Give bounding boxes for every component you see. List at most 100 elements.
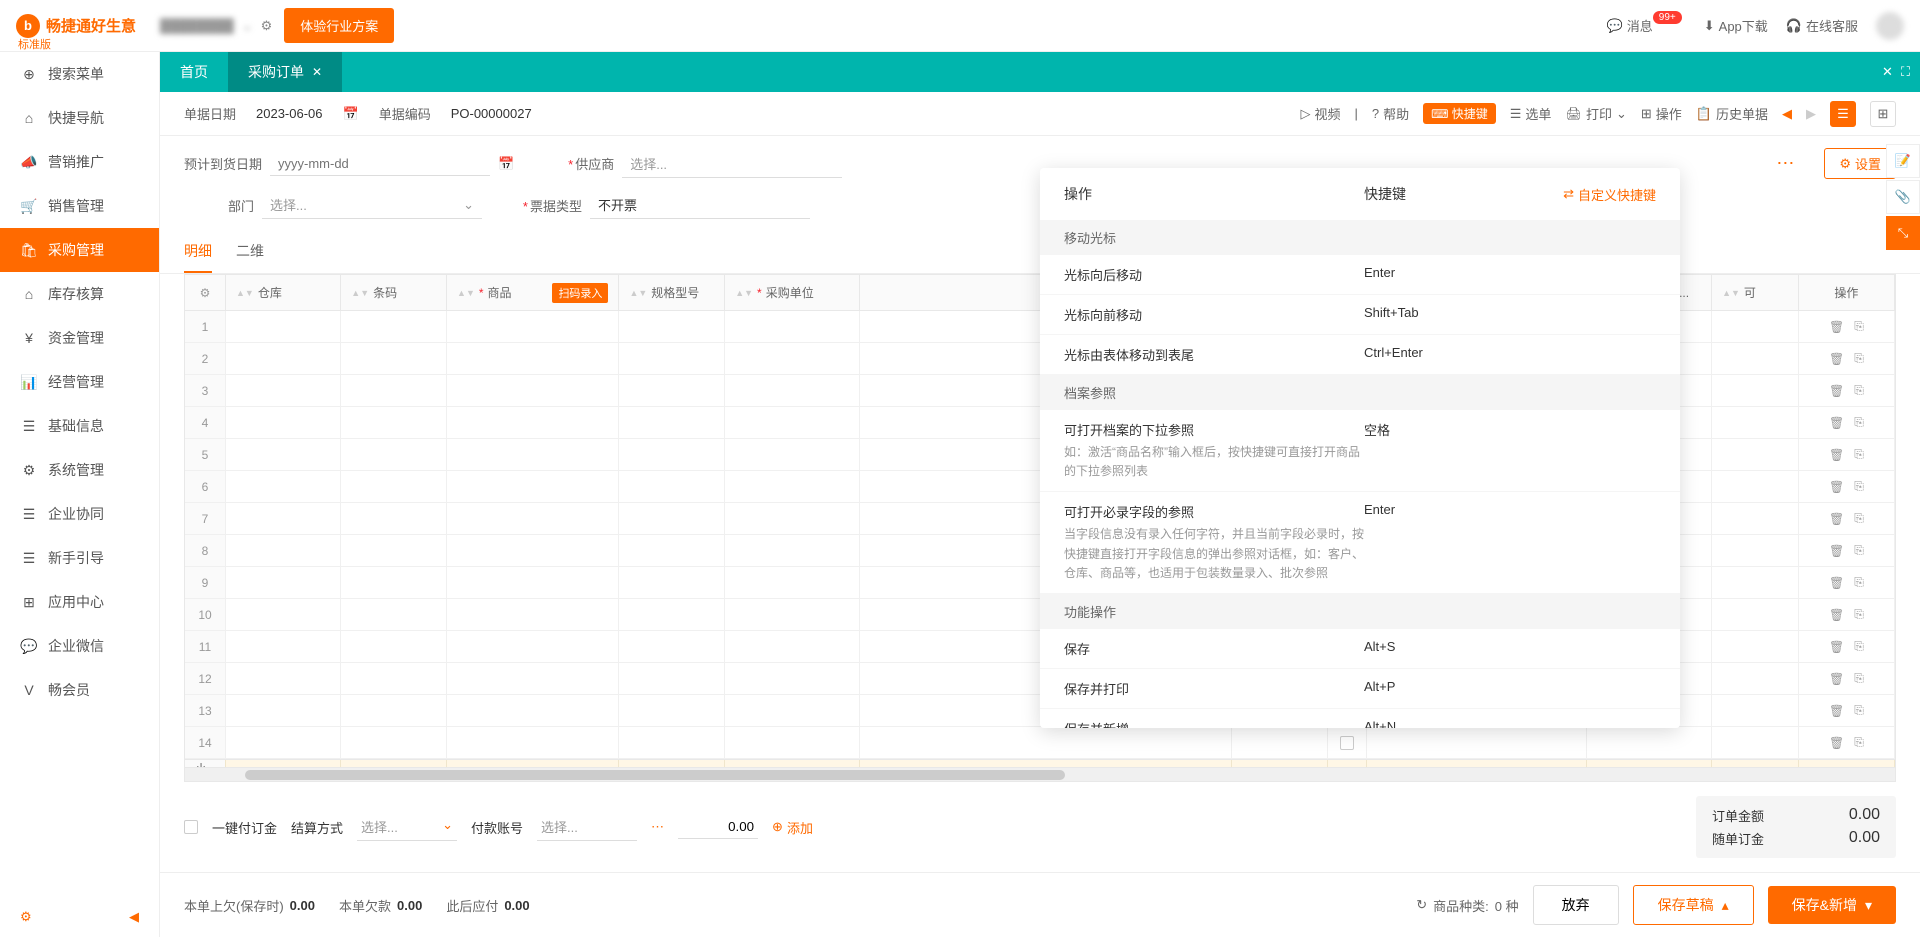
service-link[interactable]: 🎧在线客服 <box>1786 16 1858 35</box>
col-unit[interactable]: ▲▼*采购单位 <box>725 275 859 310</box>
shortcut-button[interactable]: ⌨ 快捷键 <box>1423 103 1496 124</box>
account-select[interactable]: 选择... <box>537 813 637 841</box>
history-link[interactable]: 📋 历史单据 <box>1696 104 1768 123</box>
col-product[interactable]: ▲▼*商品扫码录入 <box>447 275 619 310</box>
tab-home[interactable]: 首页 <box>160 52 228 92</box>
delete-icon[interactable]: 🗑 <box>1829 704 1844 718</box>
avatar[interactable] <box>1876 12 1904 40</box>
sidebar-item-搜索菜单[interactable]: ⊕搜索菜单 <box>0 52 159 96</box>
doc-date-value[interactable]: 2023-06-06 <box>256 106 323 121</box>
copy-icon[interactable]: ⎘ <box>1854 511 1864 526</box>
scan-entry-tag[interactable]: 扫码录入 <box>552 283 608 303</box>
copy-icon[interactable]: ⎘ <box>1854 383 1864 398</box>
sidebar-item-系统管理[interactable]: ⚙系统管理 <box>0 448 159 492</box>
delete-icon[interactable]: 🗑 <box>1829 512 1844 526</box>
invoice-select[interactable]: 不开票 <box>590 191 810 219</box>
save-new-button[interactable]: 保存&新增▾ <box>1768 886 1896 924</box>
delete-icon[interactable]: 🗑 <box>1829 320 1844 334</box>
sidebar-item-销售管理[interactable]: 🛒销售管理 <box>0 184 159 228</box>
rail-attach-icon[interactable]: 📎 <box>1886 180 1920 214</box>
custom-shortcut-link[interactable]: ⇄ 自定义快捷键 <box>1563 185 1656 204</box>
prev-doc-icon[interactable]: ◀ <box>1782 106 1792 122</box>
more-icon[interactable]: ⋯ <box>1776 153 1794 174</box>
add-payment-button[interactable]: ⊕添加 <box>772 818 813 837</box>
tab-purchase-order[interactable]: 采购订单 ✕ <box>228 52 342 92</box>
copy-icon[interactable]: ⎘ <box>1854 351 1864 366</box>
sidebar-item-应用中心[interactable]: ⊞应用中心 <box>0 580 159 624</box>
gear-icon[interactable]: ⚙ <box>261 18 273 34</box>
sidebar-collapse-icon[interactable]: ◀ <box>129 909 139 925</box>
copy-icon[interactable]: ⎘ <box>1854 575 1864 590</box>
save-draft-button[interactable]: 保存草稿▴ <box>1633 885 1754 925</box>
sidebar-item-资金管理[interactable]: ¥资金管理 <box>0 316 159 360</box>
copy-icon[interactable]: ⎘ <box>1854 607 1864 622</box>
delete-icon[interactable]: 🗑 <box>1829 416 1844 430</box>
copy-icon[interactable]: ⎘ <box>1854 543 1864 558</box>
copy-icon[interactable]: ⎘ <box>1854 319 1864 334</box>
horizontal-scrollbar[interactable] <box>184 768 1896 782</box>
sidebar-item-畅会员[interactable]: V畅会员 <box>0 668 159 712</box>
col-available[interactable]: ▲▼可 <box>1712 275 1799 310</box>
account-more-icon[interactable]: ⋯ <box>651 819 664 835</box>
print-link[interactable]: 🖨 打印 ⌄ <box>1565 104 1626 123</box>
delete-icon[interactable]: 🗑 <box>1829 640 1844 654</box>
tab-fullscreen-icon[interactable]: ⛶ <box>1901 64 1910 80</box>
sidebar-item-企业协同[interactable]: ☰企业协同 <box>0 492 159 536</box>
onekey-deposit-checkbox[interactable] <box>184 820 198 834</box>
app-download-link[interactable]: ⬇App下载 <box>1704 16 1768 35</box>
col-warehouse[interactable]: ▲▼仓库 <box>226 275 341 310</box>
dept-select[interactable]: 选择...⌄ <box>262 191 482 219</box>
delete-icon[interactable]: 🗑 <box>1829 352 1844 366</box>
next-doc-icon[interactable]: ▶ <box>1806 106 1816 122</box>
copy-icon[interactable]: ⎘ <box>1854 639 1864 654</box>
supplier-select[interactable]: 选择... <box>622 150 842 178</box>
discard-button[interactable]: 放弃 <box>1533 885 1619 925</box>
payment-amount-input[interactable] <box>678 815 758 839</box>
rail-note-icon[interactable]: 📝 <box>1886 144 1920 178</box>
delete-icon[interactable]: 🗑 <box>1829 672 1844 686</box>
sidebar-item-基础信息[interactable]: ☰基础信息 <box>0 404 159 448</box>
copy-icon[interactable]: ⎘ <box>1854 479 1864 494</box>
sidebar-item-企业微信[interactable]: 💬企业微信 <box>0 624 159 668</box>
company-selector[interactable]: ████████⌄ <box>160 18 253 34</box>
row-checkbox[interactable] <box>1340 736 1354 750</box>
operate-link[interactable]: ⊞ 操作 <box>1641 104 1682 123</box>
video-link[interactable]: ▷ 视频 <box>1300 104 1340 123</box>
copy-icon[interactable]: ⎘ <box>1854 447 1864 462</box>
col-config-icon[interactable]: ⚙ <box>185 275 226 310</box>
delete-icon[interactable]: 🗑 <box>1829 608 1844 622</box>
help-link[interactable]: ? 帮助 <box>1372 104 1409 123</box>
delete-icon[interactable]: 🗑 <box>1829 448 1844 462</box>
delete-icon[interactable]: 🗑 <box>1829 544 1844 558</box>
copy-icon[interactable]: ⎘ <box>1854 415 1864 430</box>
settle-select[interactable]: 选择...⌄ <box>357 813 457 841</box>
view-list-icon[interactable]: ☰ <box>1830 101 1856 127</box>
trial-button[interactable]: 体验行业方案 <box>284 8 394 43</box>
view-grid-icon[interactable]: ⊞ <box>1870 101 1896 127</box>
sidebar-item-库存核算[interactable]: ⌂库存核算 <box>0 272 159 316</box>
delete-icon[interactable]: 🗑 <box>1829 480 1844 494</box>
close-icon[interactable]: ✕ <box>312 65 322 79</box>
arrive-date-input[interactable] <box>270 152 490 176</box>
col-barcode[interactable]: ▲▼条码 <box>341 275 447 310</box>
copy-icon[interactable]: ⎘ <box>1854 703 1864 718</box>
delete-icon[interactable]: 🗑 <box>1829 736 1844 750</box>
sidebar-item-采购管理[interactable]: 🛍采购管理 <box>0 228 159 272</box>
sidebar-item-快捷导航[interactable]: ⌂快捷导航 <box>0 96 159 140</box>
delete-icon[interactable]: 🗑 <box>1829 384 1844 398</box>
sidebar-item-营销推广[interactable]: 📣营销推广 <box>0 140 159 184</box>
col-spec[interactable]: ▲▼规格型号 <box>619 275 725 310</box>
delete-icon[interactable]: 🗑 <box>1829 576 1844 590</box>
sidebar-item-新手引导[interactable]: ☰新手引导 <box>0 536 159 580</box>
calendar-icon[interactable]: 📅 <box>498 156 514 172</box>
table-row[interactable]: 14🗑⎘ <box>185 727 1895 759</box>
rail-expand-icon[interactable]: ⤡ <box>1886 216 1920 250</box>
tab-close-all-icon[interactable]: ✕ <box>1882 64 1893 80</box>
messages-link[interactable]: 💬消息 99+ <box>1607 16 1686 35</box>
subtab-detail[interactable]: 明细 <box>184 231 212 273</box>
refresh-icon[interactable]: ↻ <box>1416 897 1427 913</box>
calendar-icon[interactable]: 📅 <box>343 106 359 122</box>
copy-icon[interactable]: ⎘ <box>1854 735 1864 750</box>
sidebar-settings-icon[interactable]: ⚙ <box>20 909 32 925</box>
copy-icon[interactable]: ⎘ <box>1854 671 1864 686</box>
